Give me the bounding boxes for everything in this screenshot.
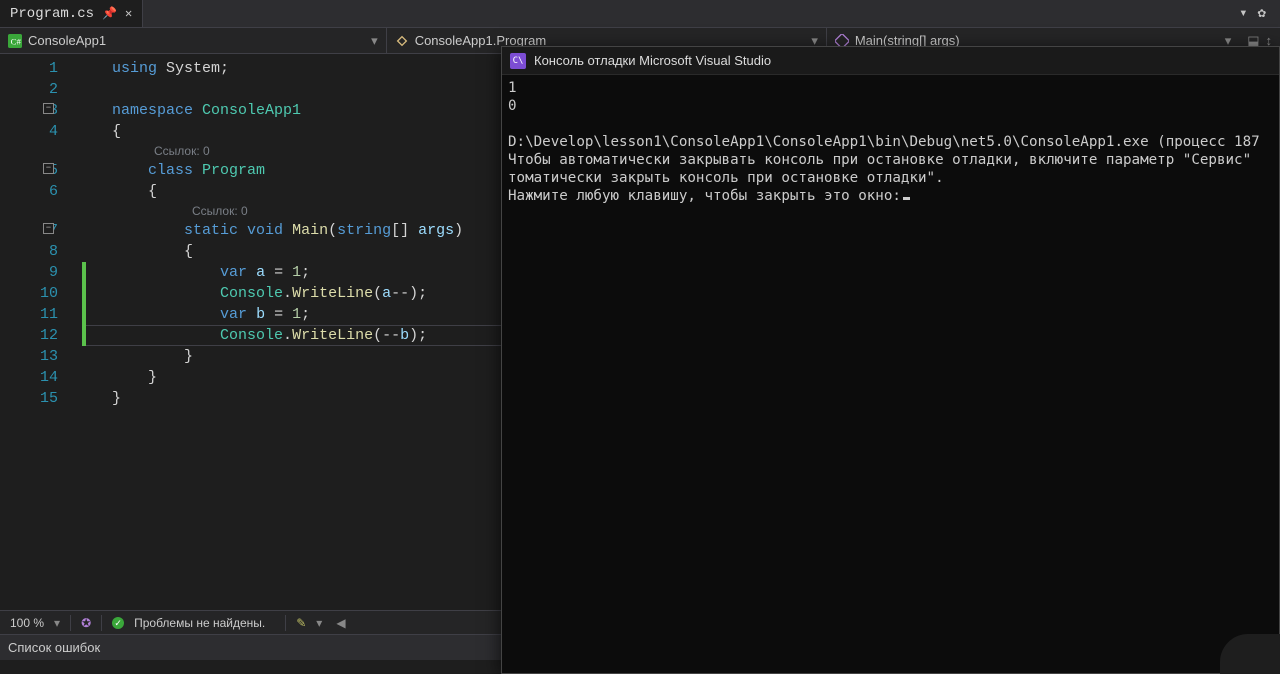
fold-toggle-icon[interactable]: − [43, 223, 54, 234]
problems-status[interactable]: Проблемы не найдены. [134, 616, 265, 630]
console-title: Консоль отладки Microsoft Visual Studio [534, 53, 771, 68]
change-indicator [82, 325, 86, 346]
console-line: томатически закрыть консоль при остановк… [508, 170, 944, 186]
console-line: D:\Develop\lesson1\ConsoleApp1\ConsoleAp… [508, 134, 1260, 150]
status-ok-icon: ✓ [112, 617, 124, 629]
change-indicator [82, 283, 86, 304]
fold-toggle-icon[interactable]: − [43, 163, 54, 174]
class-icon [395, 34, 409, 48]
pin-icon[interactable]: 📌 [102, 6, 117, 21]
error-list-title: Список ошибок [8, 640, 100, 655]
svg-text:C#: C# [11, 36, 22, 46]
change-indicator [82, 262, 86, 283]
vs-app-icon: C\ [510, 53, 526, 69]
editor-gutter: 123−45−67−89101112131415 [0, 54, 82, 610]
console-line: 0 [508, 98, 517, 114]
csharp-project-icon: C# [8, 34, 22, 48]
document-tab-strip: Program.cs 📌 ✕ ▾ ✿ [0, 0, 1280, 28]
zoom-level[interactable]: 100 % [10, 616, 44, 630]
change-indicator [82, 304, 86, 325]
console-titlebar[interactable]: C\ Консоль отладки Microsoft Visual Stud… [502, 47, 1279, 75]
chevron-down-icon[interactable]: ▾ [316, 616, 322, 630]
cleanup-icon[interactable]: ✎ [296, 616, 306, 630]
debug-console-window[interactable]: C\ Консоль отладки Microsoft Visual Stud… [501, 46, 1280, 674]
console-output[interactable]: 1 0 D:\Develop\lesson1\ConsoleApp1\Conso… [502, 75, 1279, 673]
fold-toggle-icon[interactable]: − [43, 103, 54, 114]
console-cursor [903, 197, 910, 200]
nav-project-label: ConsoleApp1 [28, 33, 106, 48]
chevron-down-icon[interactable]: ▾ [371, 33, 378, 49]
file-tab-program[interactable]: Program.cs 📌 ✕ [0, 0, 143, 27]
intellicode-icon[interactable]: ✪ [81, 616, 91, 630]
window-settings-icon[interactable]: ✿ [1258, 5, 1266, 22]
file-tab-label: Program.cs [10, 6, 94, 22]
decorative-corner [1220, 634, 1280, 674]
nav-project[interactable]: C# ConsoleApp1 ▾ [0, 28, 387, 53]
console-line: Нажмите любую клавишу, чтобы закрыть это… [508, 188, 901, 204]
chevron-down-icon[interactable]: ▾ [54, 616, 60, 630]
close-icon[interactable]: ✕ [125, 6, 132, 21]
console-line: Чтобы автоматически закрывать консоль пр… [508, 152, 1251, 168]
scroll-left-icon[interactable]: ◀ [336, 616, 345, 630]
tab-overflow-chevron-icon[interactable]: ▾ [1239, 5, 1247, 22]
console-line: 1 [508, 80, 517, 96]
